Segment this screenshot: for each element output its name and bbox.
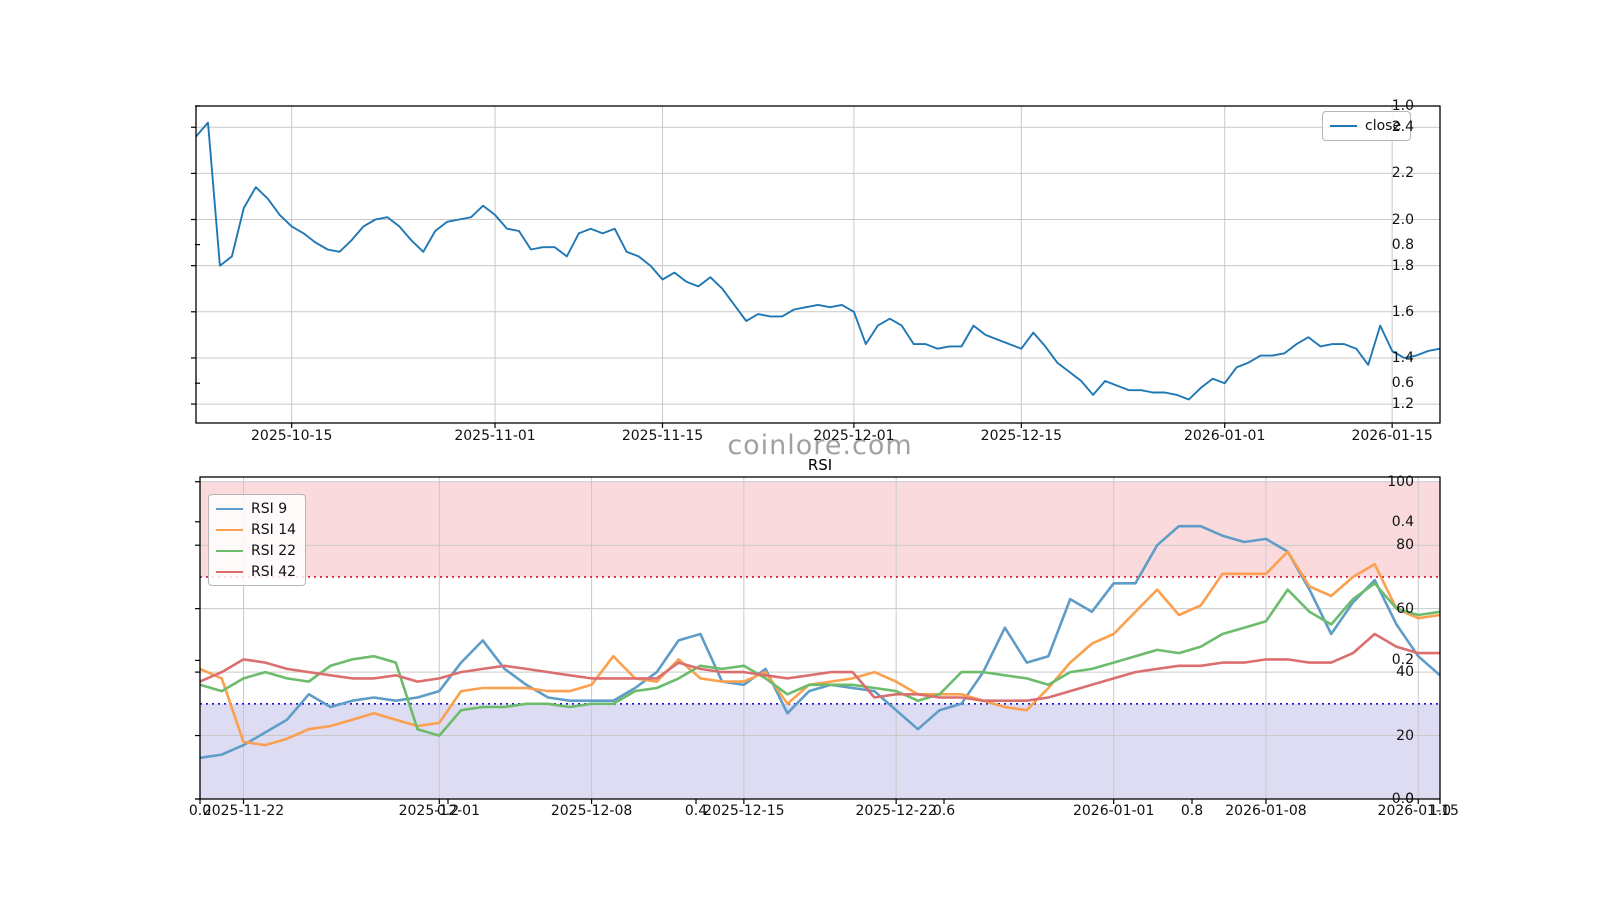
legend-item-rsi-9: RSI 9 [216, 498, 296, 519]
legend-label: RSI 42 [251, 563, 297, 580]
legend-item-rsi-42: RSI 42 [216, 561, 296, 582]
price-y-tick-label: 2.4 [1391, 119, 1414, 136]
overlay-x-tick-label: 0.8 [1180, 803, 1204, 819]
close-chart-frame [195, 105, 1441, 424]
legend-label: RSI 14 [251, 521, 297, 538]
overlay-x-tick-label: 0.0 [188, 803, 212, 819]
rsi-y-tick-label: 20 [1396, 727, 1414, 744]
overlay-y-tick-label: 1.0 [1391, 98, 1414, 114]
overlay-y-tick-label: 0.8 [1391, 236, 1414, 253]
overbought-band [200, 481, 1440, 577]
overlay-x-tick-label: 0.6 [932, 803, 956, 819]
legend-item-rsi-14: RSI 14 [216, 519, 296, 540]
line-swatch [216, 507, 243, 510]
line-swatch [216, 549, 243, 552]
date-x-tick-label: 2025-10-15 [251, 428, 333, 444]
date-x-tick-label: 2025-12-08 [550, 803, 633, 819]
date-x-tick-label: 2025-12-01 [813, 428, 895, 444]
rsi-chart-title: RSI [807, 456, 833, 474]
price-y-tick-label: 1.2 [1391, 396, 1414, 413]
rsi-y-tick-label: 80 [1396, 537, 1414, 554]
legend-label: RSI 9 [251, 500, 288, 517]
price-y-tick-label: 1.8 [1391, 257, 1414, 274]
legend-item-close: close [1330, 116, 1401, 137]
date-x-tick-label: 2025-12-15 [703, 803, 785, 819]
overlay-y-tick-label: 0.4 [1391, 513, 1414, 530]
rsi-42-line [199, 632, 1440, 703]
date-x-tick-label: 2026-01-01 [1184, 428, 1266, 444]
price-y-tick-label: 2.0 [1391, 211, 1414, 228]
price-y-tick-label: 2.2 [1391, 165, 1414, 182]
overlay-y-tick-label: 0.0 [1391, 791, 1414, 807]
legend-item-rsi-22: RSI 22 [216, 540, 296, 561]
overlay-y-tick-label: 0.2 [1391, 652, 1414, 669]
rsi-y-tick-label: 100 [1387, 473, 1414, 490]
date-x-tick-label: 2026-01-01 [1072, 803, 1155, 819]
legend-label: RSI 22 [251, 542, 297, 559]
overlay-x-tick-label: 1.0 [1428, 803, 1452, 819]
line-swatch [216, 528, 243, 531]
date-x-tick-label: 2026-01-15 [1351, 428, 1433, 444]
line-swatch [216, 570, 243, 573]
rsi-y-tick-label: 60 [1396, 600, 1414, 617]
date-x-tick-label: 2026-01-08 [1225, 803, 1307, 819]
date-x-tick-label: 2025-11-15 [621, 428, 704, 444]
chart-figure: coinlore.com RSI close RSI 9 RSI 14 RSI 22… [0, 0, 1600, 900]
overlay-y-tick-label: 0.6 [1391, 375, 1414, 392]
date-x-tick-label: 2025-11-22 [202, 803, 285, 819]
date-x-tick-label: 2025-11-01 [454, 428, 536, 444]
overlay-x-tick-label: 0.2 [436, 803, 460, 819]
overlay-x-tick-label: 0.4 [684, 803, 708, 819]
rsi-legend: RSI 9 RSI 14 RSI 22 RSI 42 [208, 494, 307, 586]
price-y-tick-label: 1.4 [1391, 349, 1414, 366]
price-y-tick-label: 1.6 [1391, 303, 1414, 320]
close-line-swatch [1330, 125, 1357, 127]
date-x-tick-label: 2025-12-15 [980, 428, 1063, 444]
date-x-tick-label: 2025-12-22 [855, 803, 937, 819]
